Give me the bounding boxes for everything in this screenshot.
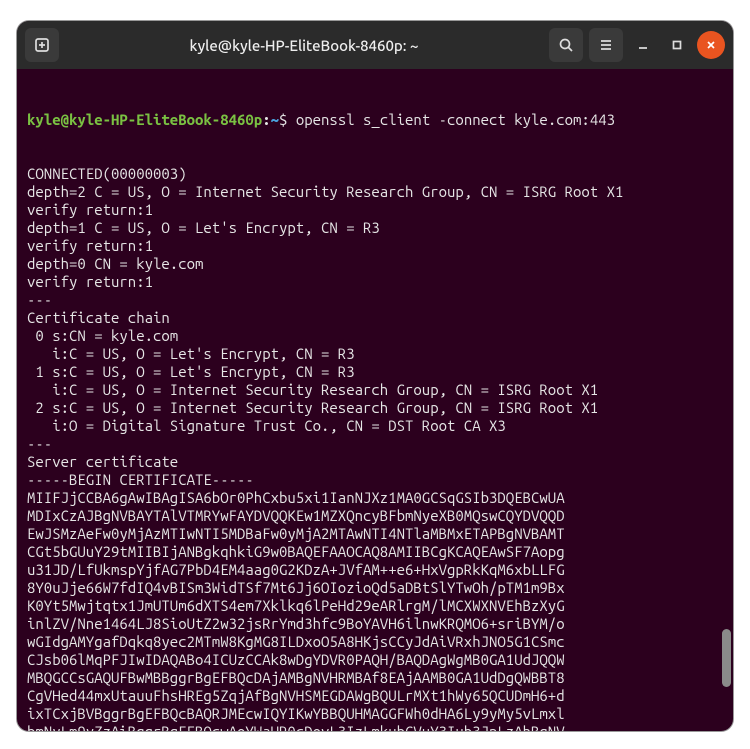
maximize-icon bbox=[671, 39, 683, 51]
prompt-path: ~ bbox=[271, 111, 279, 128]
output-line: ixTCxjBVBggrBgEFBQcBAQRJMEcwIQYIKwYBBQUH… bbox=[27, 705, 723, 723]
menu-button[interactable] bbox=[589, 28, 623, 62]
scrollbar-track[interactable] bbox=[721, 69, 731, 731]
new-tab-icon bbox=[33, 36, 51, 54]
output-line: 2 s:C = US, O = Internet Security Resear… bbox=[27, 399, 723, 417]
output-line: CJsb06lMqPFJIwIDAQABo4ICUzCCAk8wDgYDVR0P… bbox=[27, 651, 723, 669]
close-icon bbox=[705, 39, 717, 51]
output-line: i:C = US, O = Internet Security Research… bbox=[27, 381, 723, 399]
prompt-user-host: kyle@kyle-HP-EliteBook-8460p bbox=[27, 111, 262, 128]
minimize-icon bbox=[637, 39, 649, 51]
output-line: 8Y0uJje66W7fdIQ4vBISm3WidTSf7Mt6Jj6OIozi… bbox=[27, 579, 723, 597]
titlebar: kyle@kyle-HP-EliteBook-8460p: ~ bbox=[17, 21, 733, 69]
search-icon bbox=[558, 37, 574, 53]
terminal-window: kyle@kyle-HP-EliteBook-8460p: ~ bbox=[17, 21, 733, 731]
output-line: i:O = Digital Signature Trust Co., CN = … bbox=[27, 417, 723, 435]
prompt-dollar: $ bbox=[279, 111, 296, 128]
output-line: 1 s:C = US, O = Let's Encrypt, CN = R3 bbox=[27, 363, 723, 381]
output-line: CGt5bGUuY29tMIIBIjANBgkqhkiG9w0BAQEFAAOC… bbox=[27, 543, 723, 561]
command-text: openssl s_client -connect kyle.com:443 bbox=[296, 111, 615, 128]
output-line: verify return:1 bbox=[27, 237, 723, 255]
prompt-colon: : bbox=[262, 111, 270, 128]
output-line: EwJSMzAeFw0yMjAzMTIwNTI5MDBaFw0yMjA2MTAw… bbox=[27, 525, 723, 543]
output-line: MDIxCzAJBgNVBAYTAlVTMRYwFAYDVQQKEw1MZXQn… bbox=[27, 507, 723, 525]
output-line: 0 s:CN = kyle.com bbox=[27, 327, 723, 345]
scrollbar-thumb[interactable] bbox=[722, 629, 731, 687]
output-line: MIIFJjCCBA6gAwIBAgISA6bOr0PhCxbu5xi1IanN… bbox=[27, 489, 723, 507]
output-line: wGIdgAMYgafDqkq8yec2MTmW8KgMG8ILDxoO5A8H… bbox=[27, 633, 723, 651]
prompt-line: kyle@kyle-HP-EliteBook-8460p:~$ openssl … bbox=[27, 111, 723, 129]
output-line: K0Yt5Mwjtqtx1JmUTUm6dXTS4em7Xklkq6lPeHd2… bbox=[27, 597, 723, 615]
minimize-button[interactable] bbox=[629, 31, 657, 59]
output-line: --- bbox=[27, 291, 723, 309]
output-line: MBQGCCsGAQUFBwMBBggrBgEFBQcDAjAMBgNVHRMB… bbox=[27, 669, 723, 687]
search-button[interactable] bbox=[549, 28, 583, 62]
output-line: u31JD/LfUkmspYjfAG7PbD4EM4aag0G2KDzA+JVf… bbox=[27, 561, 723, 579]
output-line: --- bbox=[27, 435, 723, 453]
output-line: i:C = US, O = Let's Encrypt, CN = R3 bbox=[27, 345, 723, 363]
output-line: bmNyLm9yZzAiBggrBgEFBQcwAoYWaHR0cDovL3Iz… bbox=[27, 723, 723, 731]
output-line: depth=2 C = US, O = Internet Security Re… bbox=[27, 183, 723, 201]
output-line: verify return:1 bbox=[27, 201, 723, 219]
window-title: kyle@kyle-HP-EliteBook-8460p: ~ bbox=[65, 37, 543, 54]
output-line: depth=0 CN = kyle.com bbox=[27, 255, 723, 273]
output-line: depth=1 C = US, O = Let's Encrypt, CN = … bbox=[27, 219, 723, 237]
output-lines: CONNECTED(00000003)depth=2 C = US, O = I… bbox=[27, 165, 723, 731]
output-line: Server certificate bbox=[27, 453, 723, 471]
hamburger-icon bbox=[598, 37, 614, 53]
output-line: -----BEGIN CERTIFICATE----- bbox=[27, 471, 723, 489]
output-line: CgVHed44mxUtauuFhsHREg5ZqjAfBgNVHSMEGDAW… bbox=[27, 687, 723, 705]
maximize-button[interactable] bbox=[663, 31, 691, 59]
close-button[interactable] bbox=[697, 31, 725, 59]
output-line: CONNECTED(00000003) bbox=[27, 165, 723, 183]
output-line: verify return:1 bbox=[27, 273, 723, 291]
output-line: Certificate chain bbox=[27, 309, 723, 327]
new-tab-button[interactable] bbox=[25, 28, 59, 62]
output-line: inlZV/Nne1464LJ8SioUtZ2w32jsRrYmd3hfc9Bo… bbox=[27, 615, 723, 633]
terminal-body[interactable]: kyle@kyle-HP-EliteBook-8460p:~$ openssl … bbox=[17, 69, 733, 731]
